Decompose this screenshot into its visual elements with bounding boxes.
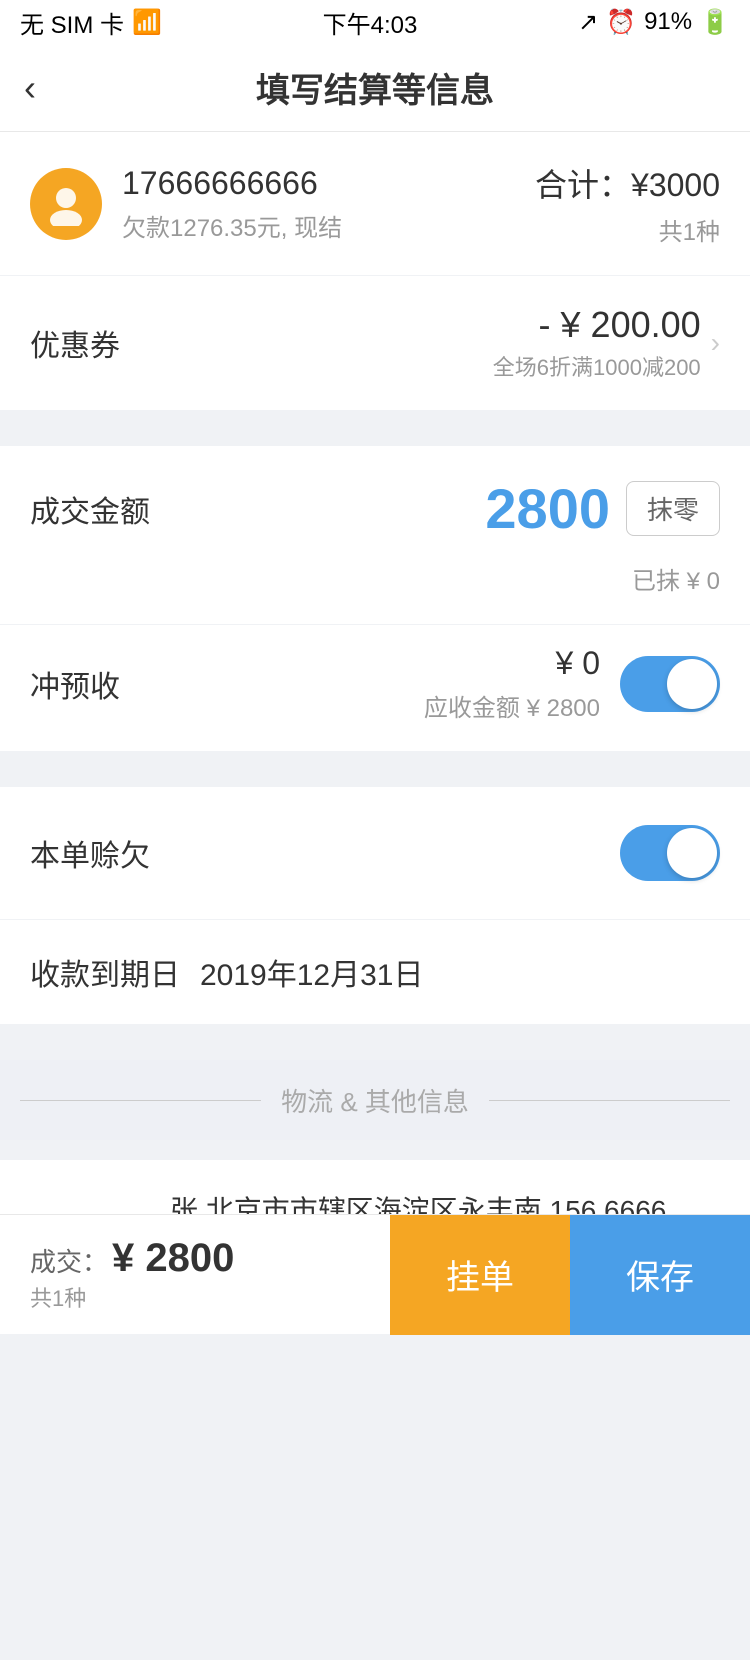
credit-label: 本单赊欠 (30, 831, 150, 875)
gray-divider-2 (0, 767, 750, 787)
battery-text: 91% (644, 8, 692, 36)
credit-toggle-circle (667, 828, 717, 878)
rounded-sub-text: 已抹 ¥ 0 (632, 561, 720, 596)
amount-label: 成交金额 (30, 487, 150, 531)
coupon-label: 优惠券 (30, 321, 120, 365)
user-info-text: 17666666666 欠款1276.35元, 现结 (122, 165, 535, 243)
prepay-sub: 应收金额 ¥ 2800 (424, 688, 600, 723)
user-total: 合计：¥3000 共1种 (535, 160, 720, 247)
user-row: 17666666666 欠款1276.35元, 现结 合计：¥3000 共1种 (0, 132, 750, 276)
status-right: ↗ ⏰ 91% 🔋 (578, 8, 730, 37)
avatar-icon (44, 182, 88, 226)
page-title: 填写结算等信息 (256, 63, 494, 112)
prepay-label: 冲预收 (30, 662, 120, 706)
credit-card: 本单赊欠 收款到期日 2019年12月31日 (0, 787, 750, 1024)
amount-sub: 已抹 ¥ 0 (0, 561, 750, 624)
round-button[interactable]: 抹零 (626, 481, 720, 536)
user-debt: 欠款1276.35元, 现结 (122, 208, 535, 243)
gray-divider-1 (0, 426, 750, 446)
coupon-description: 全场6折满1000减200 (493, 350, 701, 382)
amount-row: 成交金额 2800 抹零 (0, 446, 750, 561)
credit-row: 本单赊欠 (0, 787, 750, 919)
wifi-icon: 📶 (132, 8, 162, 37)
location-icon: ↗ (578, 8, 598, 37)
prepay-inline: ¥ 0 应收金额 ¥ 2800 (424, 645, 720, 723)
date-row: 收款到期日 2019年12月31日 (0, 919, 750, 1024)
save-button[interactable]: 保存 (570, 1215, 750, 1335)
total-count: 共1种 (535, 212, 720, 247)
user-info-card: 17666666666 欠款1276.35元, 现结 合计：¥3000 共1种 … (0, 132, 750, 410)
toggle-circle (667, 659, 717, 709)
bottom-transaction-label: 成交： (30, 1242, 108, 1279)
bottom-spacer (0, 1320, 750, 1520)
date-label: 收款到期日 (30, 950, 180, 994)
divider-line-left (20, 1100, 261, 1101)
status-left: 无 SIM 卡 📶 (20, 5, 162, 40)
back-button[interactable]: ‹ (24, 67, 36, 109)
transaction-value: 2800 (485, 476, 610, 541)
pending-button[interactable]: 挂单 (390, 1215, 570, 1335)
user-phone: 17666666666 (122, 165, 535, 202)
section-divider-text: 物流 & 其他信息 (281, 1082, 469, 1119)
status-bar: 无 SIM 卡 📶 下午4:03 ↗ ⏰ 91% 🔋 (0, 0, 750, 44)
amount-right: 2800 抹零 (485, 476, 720, 541)
prepay-amount: ¥ 0 (556, 645, 600, 682)
carrier-text: 无 SIM 卡 (20, 5, 124, 40)
coupon-row[interactable]: 优惠券 - ¥ 200.00 全场6折满1000减200 › (0, 276, 750, 410)
coupon-discount: - ¥ 200.00 (539, 304, 701, 346)
amount-card: 成交金额 2800 抹零 已抹 ¥ 0 冲预收 ¥ 0 应收金额 ¥ 2800 (0, 446, 750, 751)
chevron-right-icon: › (711, 327, 720, 359)
avatar (30, 168, 102, 240)
alarm-icon: ⏰ (606, 8, 636, 37)
prepay-toggle[interactable] (620, 656, 720, 712)
gray-divider-4 (0, 1140, 750, 1160)
nav-bar: ‹ 填写结算等信息 (0, 44, 750, 132)
time-display: 下午4:03 (323, 5, 418, 40)
bottom-count: 共1种 (30, 1281, 360, 1313)
battery-icon: 🔋 (700, 8, 730, 37)
divider-line-right (489, 1100, 730, 1101)
section-divider: 物流 & 其他信息 (0, 1060, 750, 1140)
prepay-values: ¥ 0 应收金额 ¥ 2800 (424, 645, 600, 723)
coupon-info: - ¥ 200.00 全场6折满1000减200 (493, 304, 701, 382)
credit-toggle[interactable] (620, 825, 720, 881)
main-content: 17666666666 欠款1276.35元, 现结 合计：¥3000 共1种 … (0, 132, 750, 1660)
total-amount: 合计：¥3000 (535, 160, 720, 206)
date-value: 2019年12月31日 (200, 950, 423, 994)
prepay-row: 冲预收 ¥ 0 应收金额 ¥ 2800 (0, 624, 750, 751)
gray-divider-3 (0, 1040, 750, 1060)
bottom-amount: ¥ 2800 (112, 1236, 234, 1281)
bottom-summary: 成交： ¥ 2800 共1种 (0, 1236, 390, 1313)
bottom-bar: 成交： ¥ 2800 共1种 挂单 保存 (0, 1214, 750, 1334)
